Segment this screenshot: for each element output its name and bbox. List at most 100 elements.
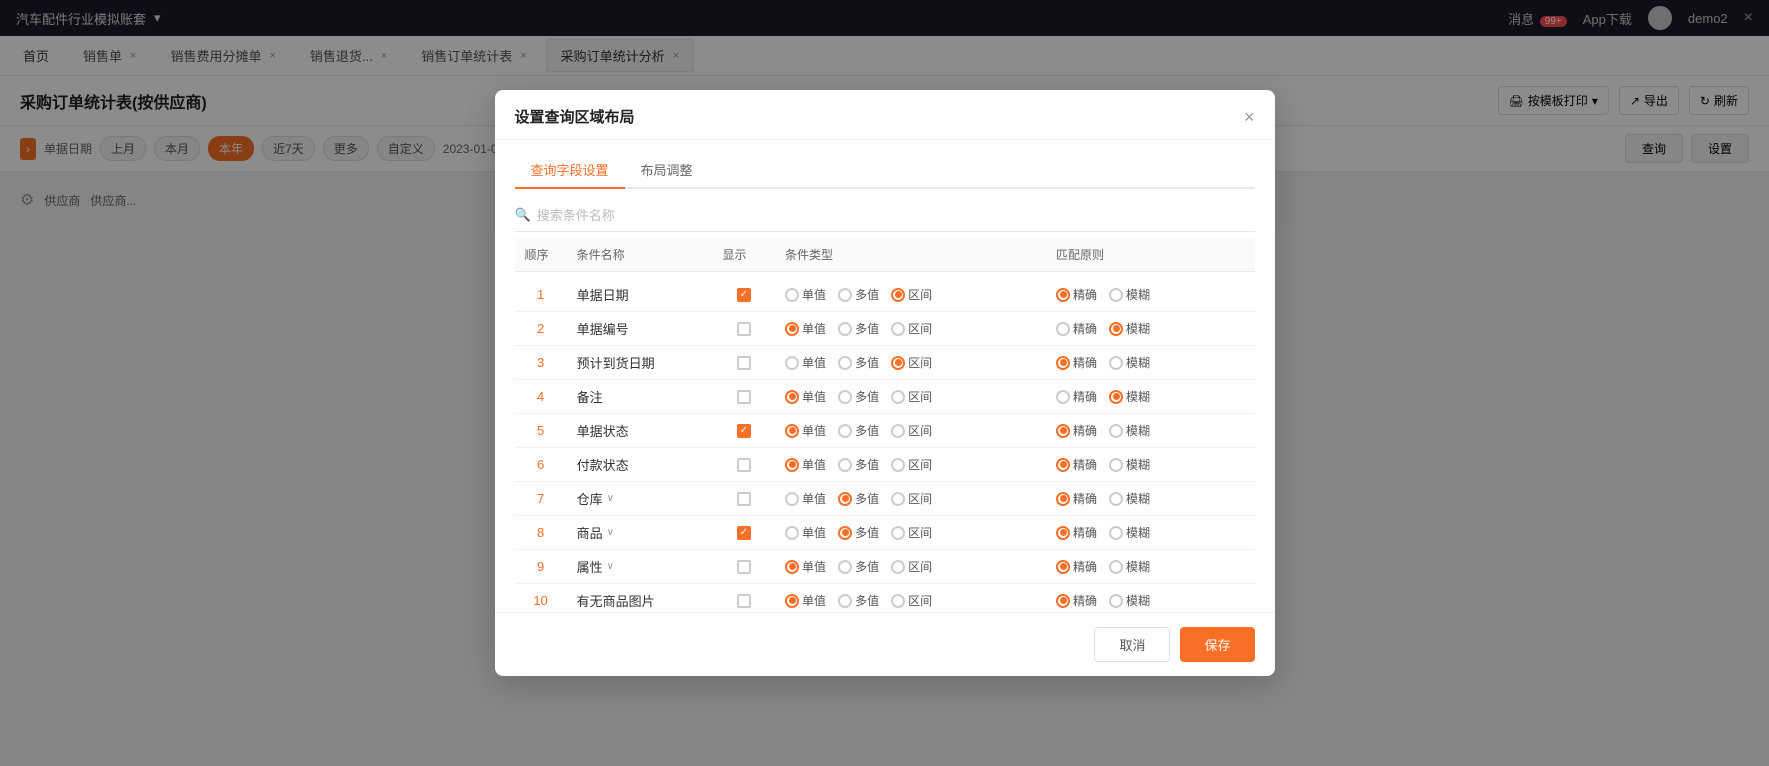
- show-checkbox[interactable]: [737, 458, 751, 472]
- row-show-checkbox[interactable]: [713, 448, 776, 482]
- type-radio-区间[interactable]: 区间: [891, 490, 932, 507]
- match-radio-模糊[interactable]: 模糊: [1109, 286, 1150, 303]
- row-type-options: 单值多值区间: [775, 516, 1046, 550]
- match-radio-模糊[interactable]: 模糊: [1109, 456, 1150, 473]
- show-checkbox[interactable]: [737, 322, 751, 336]
- type-radio-多值[interactable]: 多值: [838, 490, 879, 507]
- type-radio-多值[interactable]: 多值: [838, 558, 879, 575]
- tab-layout-adjust[interactable]: 布局调整: [625, 152, 709, 189]
- search-input[interactable]: [537, 208, 1255, 223]
- radio-circle: [891, 560, 905, 574]
- type-radio-区间[interactable]: 区间: [891, 592, 932, 609]
- match-radio-模糊[interactable]: 模糊: [1109, 320, 1150, 337]
- match-radio-模糊[interactable]: 模糊: [1109, 422, 1150, 439]
- show-checkbox[interactable]: [737, 594, 751, 608]
- type-radio-区间[interactable]: 区间: [891, 456, 932, 473]
- match-radio-精确[interactable]: 精确: [1056, 490, 1097, 507]
- type-radio-区间[interactable]: 区间: [891, 388, 932, 405]
- modal-close-btn[interactable]: ×: [1244, 108, 1255, 126]
- row-show-checkbox[interactable]: [713, 346, 776, 380]
- tab-query-fields[interactable]: 查询字段设置: [515, 152, 625, 189]
- type-radio-区间[interactable]: 区间: [891, 422, 932, 439]
- match-radio-精确[interactable]: 精确: [1056, 558, 1097, 575]
- show-checkbox[interactable]: [737, 560, 751, 574]
- match-radio-精确[interactable]: 精确: [1056, 524, 1097, 541]
- row-match-options: 精确模糊: [1046, 550, 1254, 584]
- radio-circle: [1056, 458, 1070, 472]
- row-show-checkbox[interactable]: [713, 414, 776, 448]
- type-radio-多值[interactable]: 多值: [838, 592, 879, 609]
- radio-circle: [785, 390, 799, 404]
- type-radio-区间[interactable]: 区间: [891, 354, 932, 371]
- table-scroll-area[interactable]: 1单据日期单值多值区间精确模糊2单据编号单值多值区间精确模糊3预计到货日期单值多…: [515, 272, 1255, 612]
- row-match-options: 精确模糊: [1046, 346, 1254, 380]
- row-order: 1: [515, 278, 567, 312]
- chevron-down-icon: ∨: [607, 527, 614, 538]
- type-radio-单值[interactable]: 单值: [785, 286, 826, 303]
- show-checkbox[interactable]: [737, 288, 751, 302]
- type-radio-多值[interactable]: 多值: [838, 422, 879, 439]
- radio-circle: [838, 390, 852, 404]
- match-radio-模糊[interactable]: 模糊: [1109, 524, 1150, 541]
- type-radio-多值[interactable]: 多值: [838, 456, 879, 473]
- type-radio-单值[interactable]: 单值: [785, 456, 826, 473]
- show-checkbox[interactable]: [737, 390, 751, 404]
- match-radio-精确[interactable]: 精确: [1056, 320, 1097, 337]
- radio-circle: [891, 458, 905, 472]
- row-show-checkbox[interactable]: [713, 482, 776, 516]
- row-show-checkbox[interactable]: [713, 584, 776, 613]
- match-radio-模糊[interactable]: 模糊: [1109, 388, 1150, 405]
- type-radio-单值[interactable]: 单值: [785, 524, 826, 541]
- row-show-checkbox[interactable]: [713, 278, 776, 312]
- type-radio-单值[interactable]: 单值: [785, 354, 826, 371]
- row-show-checkbox[interactable]: [713, 380, 776, 414]
- match-radio-模糊[interactable]: 模糊: [1109, 354, 1150, 371]
- cancel-button[interactable]: 取消: [1094, 627, 1170, 662]
- radio-circle: [891, 594, 905, 608]
- table-row: 9属性 ∨单值多值区间精确模糊: [515, 550, 1255, 584]
- match-radio-精确[interactable]: 精确: [1056, 456, 1097, 473]
- type-radio-多值[interactable]: 多值: [838, 354, 879, 371]
- type-radio-单值[interactable]: 单值: [785, 320, 826, 337]
- type-radio-单值[interactable]: 单值: [785, 388, 826, 405]
- type-radio-多值[interactable]: 多值: [838, 524, 879, 541]
- match-radio-模糊[interactable]: 模糊: [1109, 558, 1150, 575]
- row-condition-name: 预计到货日期: [567, 346, 713, 380]
- radio-circle: [838, 424, 852, 438]
- radio-circle: [1056, 322, 1070, 336]
- row-match-options: 精确模糊: [1046, 584, 1254, 613]
- match-radio-模糊[interactable]: 模糊: [1109, 592, 1150, 609]
- show-checkbox[interactable]: [737, 492, 751, 506]
- modal-title: 设置查询区域布局: [515, 106, 635, 127]
- table-row: 10有无商品图片单值多值区间精确模糊: [515, 584, 1255, 613]
- type-radio-区间[interactable]: 区间: [891, 558, 932, 575]
- type-radio-单值[interactable]: 单值: [785, 592, 826, 609]
- row-show-checkbox[interactable]: [713, 312, 776, 346]
- match-radio-精确[interactable]: 精确: [1056, 592, 1097, 609]
- type-radio-单值[interactable]: 单值: [785, 422, 826, 439]
- show-checkbox[interactable]: [737, 424, 751, 438]
- match-radio-模糊[interactable]: 模糊: [1109, 490, 1150, 507]
- match-radio-精确[interactable]: 精确: [1056, 286, 1097, 303]
- radio-circle: [838, 560, 852, 574]
- type-radio-区间[interactable]: 区间: [891, 524, 932, 541]
- save-button[interactable]: 保存: [1180, 627, 1254, 662]
- type-radio-区间[interactable]: 区间: [891, 286, 932, 303]
- type-radio-单值[interactable]: 单值: [785, 558, 826, 575]
- radio-circle: [838, 356, 852, 370]
- row-show-checkbox[interactable]: [713, 550, 776, 584]
- show-checkbox[interactable]: [737, 356, 751, 370]
- row-show-checkbox[interactable]: [713, 516, 776, 550]
- match-radio-精确[interactable]: 精确: [1056, 354, 1097, 371]
- match-radio-精确[interactable]: 精确: [1056, 422, 1097, 439]
- type-radio-单值[interactable]: 单值: [785, 490, 826, 507]
- modal-body: 查询字段设置 布局调整 🔍 顺序: [495, 140, 1275, 612]
- type-radio-区间[interactable]: 区间: [891, 320, 932, 337]
- type-radio-多值[interactable]: 多值: [838, 286, 879, 303]
- match-radio-精确[interactable]: 精确: [1056, 388, 1097, 405]
- type-radio-多值[interactable]: 多值: [838, 388, 879, 405]
- show-checkbox[interactable]: [737, 526, 751, 540]
- radio-circle: [838, 322, 852, 336]
- type-radio-多值[interactable]: 多值: [838, 320, 879, 337]
- radio-circle: [1056, 594, 1070, 608]
